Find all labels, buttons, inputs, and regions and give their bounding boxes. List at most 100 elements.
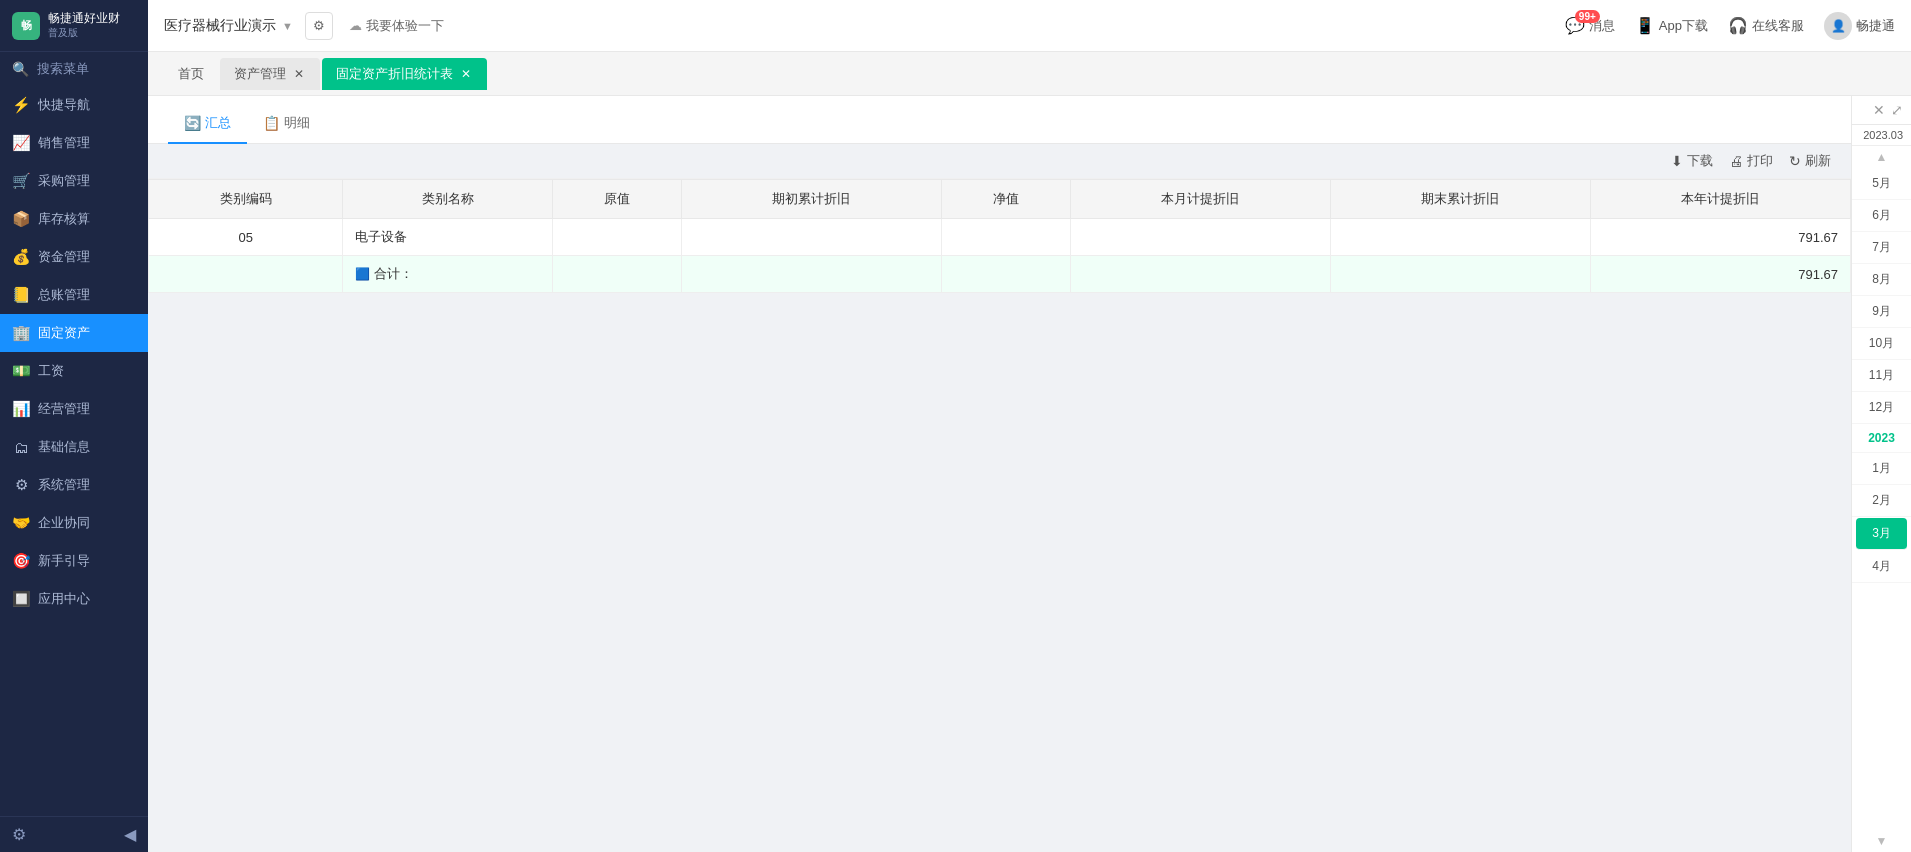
- message-badge: 99+: [1575, 10, 1600, 23]
- sidebar-label-fund: 资金管理: [38, 248, 90, 266]
- tab-depreciation-label: 固定资产折旧统计表: [336, 65, 453, 83]
- current-month[interactable]: 3月: [1856, 518, 1907, 550]
- guide-icon: 🎯: [12, 552, 30, 570]
- sub-tab-detail[interactable]: 📋 明细: [247, 108, 326, 144]
- ledger-icon: 📒: [12, 286, 30, 304]
- tab-depreciation[interactable]: 固定资产折旧统计表 ✕: [322, 58, 487, 90]
- date-panel-expand-icon[interactable]: ⤢: [1891, 102, 1903, 118]
- print-button[interactable]: 🖨 打印: [1729, 152, 1773, 170]
- sidebar-item-fund[interactable]: 💰 资金管理: [0, 238, 148, 276]
- sidebar-item-sales[interactable]: 📈 销售管理: [0, 124, 148, 162]
- fund-icon: 💰: [12, 248, 30, 266]
- topbar-settings-button[interactable]: ⚙: [305, 12, 333, 40]
- cell-month-depr: [1070, 219, 1330, 256]
- sidebar-item-payroll[interactable]: 💵 工资: [0, 352, 148, 390]
- col-name: 类别名称: [343, 180, 553, 219]
- cell-cum-depr: [681, 219, 941, 256]
- sidebar-item-purchase[interactable]: 🛒 采购管理: [0, 162, 148, 200]
- total-code: [149, 256, 343, 293]
- year-marker-2023: 2023: [1852, 424, 1911, 453]
- tab-home[interactable]: 首页: [164, 58, 218, 90]
- settings-icon[interactable]: ⚙: [12, 825, 26, 844]
- sidebar-search-label: 搜索菜单: [37, 60, 89, 78]
- sidebar-nav: ⚡ 快捷导航 📈 销售管理 🛒 采购管理 📦 库存核算 💰 资金管理 📒 总账管…: [0, 86, 148, 816]
- date-item[interactable]: 8月: [1852, 264, 1911, 296]
- detail-icon: 📋: [263, 115, 280, 131]
- sum-icon: 🟦: [355, 267, 370, 281]
- col-period-cum-depr: 期末累计折旧: [1330, 180, 1590, 219]
- date-item[interactable]: 9月: [1852, 296, 1911, 328]
- collapse-icon[interactable]: ◀: [124, 825, 136, 844]
- user-profile[interactable]: 👤 畅捷通: [1824, 12, 1895, 40]
- tab-asset-mgmt[interactable]: 资产管理 ✕: [220, 58, 320, 90]
- message-button[interactable]: 💬 消息 99+: [1565, 16, 1615, 35]
- sidebar-label-ops: 经营管理: [38, 400, 90, 418]
- app-name: 畅捷通好业财: [48, 11, 120, 27]
- date-panel: ✕ ⤢ 2023.03 ▲ 5月6月7月8月9月10月11月12月20231月2…: [1851, 96, 1911, 852]
- tab-asset-mgmt-close[interactable]: ✕: [292, 67, 306, 81]
- tab-depreciation-close[interactable]: ✕: [459, 67, 473, 81]
- summary-icon: 🔄: [184, 115, 201, 131]
- chevron-down-icon: ▼: [282, 20, 293, 32]
- sidebar-item-apps[interactable]: 🔲 应用中心: [0, 580, 148, 618]
- depreciation-table: 类别编码 类别名称 原值 期初累计折旧 净值 本月计提折旧 期末累计折旧 本年计…: [148, 179, 1851, 293]
- company-selector[interactable]: 医疗器械行业演示 ▼: [164, 17, 293, 35]
- col-code: 类别编码: [149, 180, 343, 219]
- app-logo-icon: 畅: [12, 12, 40, 40]
- sidebar-label-ledger: 总账管理: [38, 286, 90, 304]
- sidebar-item-guide[interactable]: 🎯 新手引导: [0, 542, 148, 580]
- date-item[interactable]: 4月: [1852, 551, 1911, 583]
- sidebar-logo-texts: 畅捷通好业财 普及版: [48, 11, 120, 41]
- date-panel-close-icon[interactable]: ✕: [1873, 102, 1885, 118]
- sidebar-item-sys[interactable]: ⚙ 系统管理: [0, 466, 148, 504]
- company-name: 医疗器械行业演示: [164, 17, 276, 35]
- date-item[interactable]: 2月: [1852, 485, 1911, 517]
- scroll-down-button[interactable]: ▼: [1852, 830, 1911, 852]
- refresh-icon: ↻: [1789, 153, 1801, 169]
- support-button[interactable]: 🎧 在线客服: [1728, 16, 1804, 35]
- avatar: 👤: [1824, 12, 1852, 40]
- app-version: 普及版: [48, 26, 120, 40]
- gear-icon: ⚙: [313, 18, 325, 33]
- date-item[interactable]: 10月: [1852, 328, 1911, 360]
- refresh-button[interactable]: ↻ 刷新: [1789, 152, 1831, 170]
- date-item[interactable]: 11月: [1852, 360, 1911, 392]
- table-header-row: 类别编码 类别名称 原值 期初累计折旧 净值 本月计提折旧 期末累计折旧 本年计…: [149, 180, 1851, 219]
- experience-button[interactable]: ☁ 我要体验一下: [349, 17, 444, 35]
- date-panel-current-date: 2023.03: [1852, 125, 1911, 146]
- date-item[interactable]: 5月: [1852, 168, 1911, 200]
- sidebar-item-corp[interactable]: 🤝 企业协同: [0, 504, 148, 542]
- sidebar-label-purchase: 采购管理: [38, 172, 90, 190]
- sidebar-search[interactable]: 🔍 搜索菜单: [0, 52, 148, 86]
- app-download-button[interactable]: 📱 App下载: [1635, 16, 1708, 35]
- sidebar-item-fixed-assets[interactable]: 🏢 固定资产: [0, 314, 148, 352]
- sidebar-item-inventory[interactable]: 📦 库存核算: [0, 200, 148, 238]
- sidebar-label-basic: 基础信息: [38, 438, 90, 456]
- sidebar-item-basic[interactable]: 🗂 基础信息: [0, 428, 148, 466]
- date-panel-header: ✕ ⤢: [1852, 96, 1911, 125]
- col-month-depr: 本月计提折旧: [1070, 180, 1330, 219]
- scroll-up-button[interactable]: ▲: [1852, 146, 1911, 168]
- sidebar-item-ledger[interactable]: 📒 总账管理: [0, 276, 148, 314]
- sidebar-item-quick-nav[interactable]: ⚡ 快捷导航: [0, 86, 148, 124]
- date-item[interactable]: 1月: [1852, 453, 1911, 485]
- sidebar-label-inventory: 库存核算: [38, 210, 90, 228]
- date-item[interactable]: 12月: [1852, 392, 1911, 424]
- corp-icon: 🤝: [12, 514, 30, 532]
- date-item[interactable]: 6月: [1852, 200, 1911, 232]
- sub-tab-summary[interactable]: 🔄 汇总: [168, 108, 247, 144]
- date-item[interactable]: 7月: [1852, 232, 1911, 264]
- cell-year-depr: 791.67: [1590, 219, 1850, 256]
- download-button[interactable]: ⬇ 下载: [1671, 152, 1713, 170]
- cloud-icon: ☁: [349, 18, 362, 33]
- topbar-right: 💬 消息 99+ 📱 App下载 🎧 在线客服 👤 畅捷通: [1565, 12, 1895, 40]
- sidebar-label-apps: 应用中心: [38, 590, 90, 608]
- apps-icon: 🔲: [12, 590, 30, 608]
- sub-tabs: 🔄 汇总 📋 明细: [148, 96, 1851, 144]
- table-total-row: 🟦合计： 791.67: [149, 256, 1851, 293]
- refresh-label: 刷新: [1805, 152, 1831, 170]
- payroll-icon: 💵: [12, 362, 30, 380]
- sidebar-logo: 畅 畅捷通好业财 普及版: [0, 0, 148, 52]
- sidebar-item-ops[interactable]: 📊 经营管理: [0, 390, 148, 428]
- total-net: [941, 256, 1070, 293]
